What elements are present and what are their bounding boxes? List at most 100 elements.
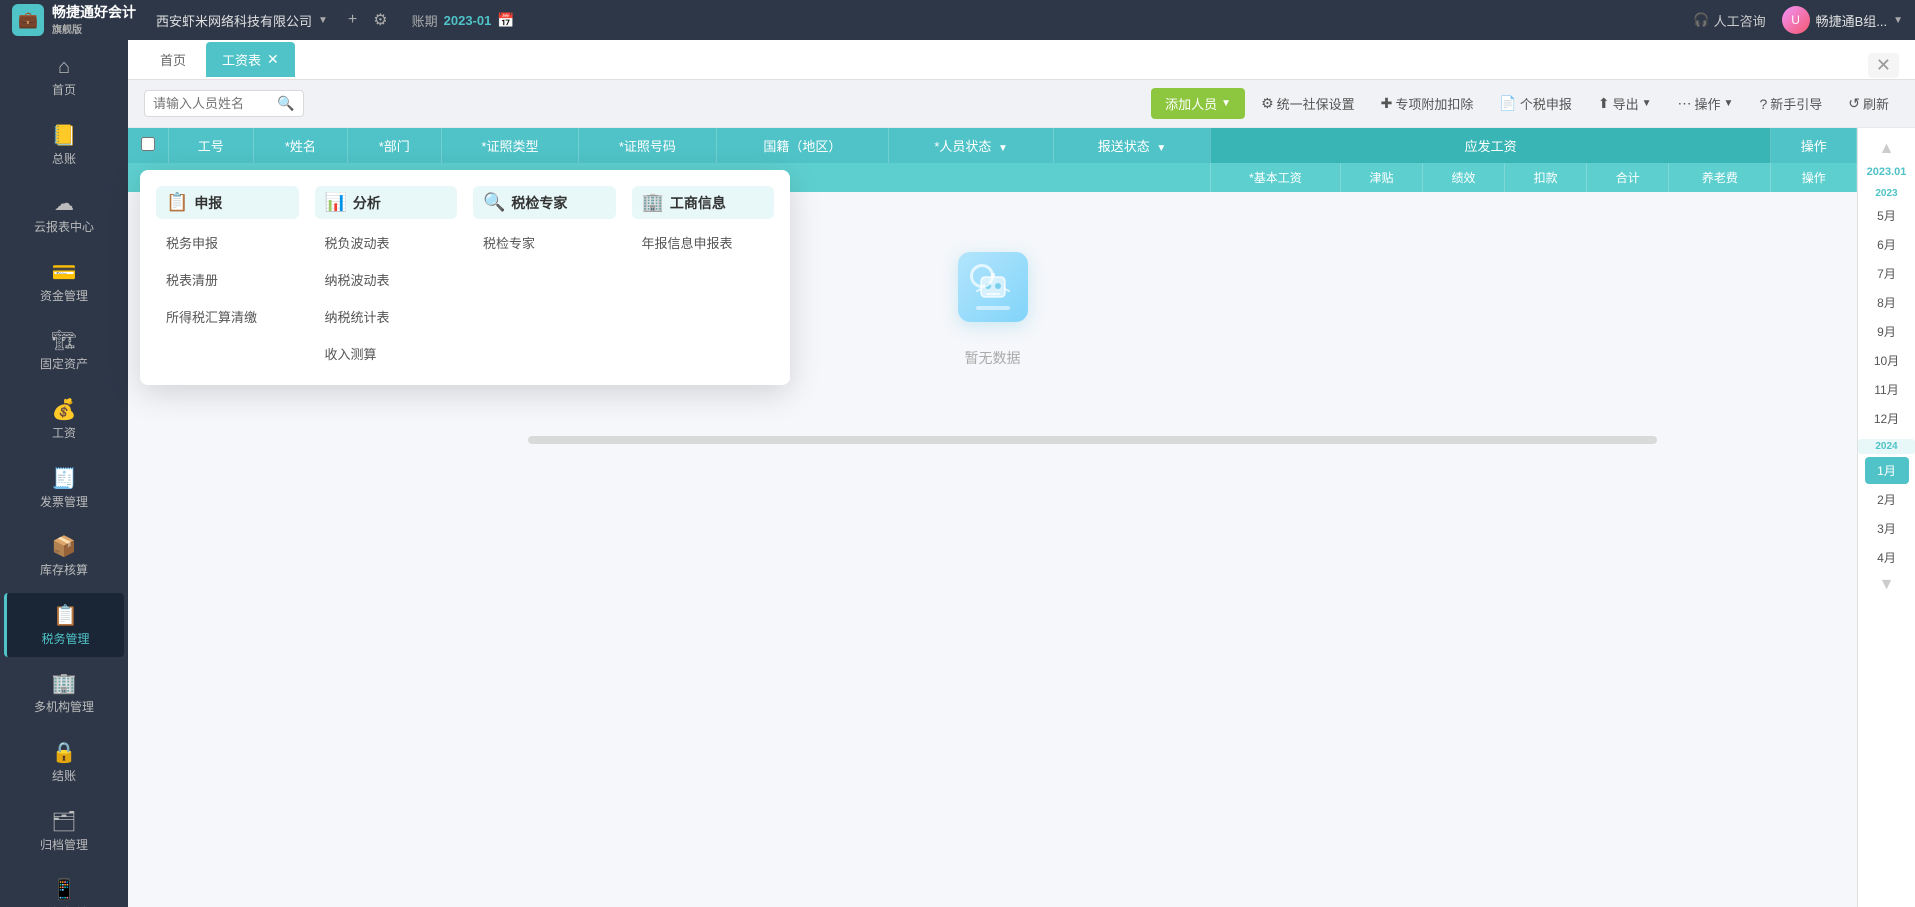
menu-tax-fluctuation[interactable]: 纳税波动表 xyxy=(315,264,458,295)
month-2023-7[interactable]: 7月 xyxy=(1865,260,1909,287)
calendar-icon[interactable]: 📅 xyxy=(497,12,514,29)
col-name: *姓名 xyxy=(253,128,347,163)
menu-annual-report[interactable]: 年报信息申报表 xyxy=(632,227,775,258)
month-2024-4[interactable]: 4月 xyxy=(1865,544,1909,571)
sidebar-label-multiorg: 多机构管理 xyxy=(34,700,94,716)
user-name: 畅捷通B组... xyxy=(1816,11,1888,30)
user-area[interactable]: U 畅捷通B组... ▼ xyxy=(1782,6,1903,34)
personal-tax-label: 个税申报 xyxy=(1520,94,1572,113)
sidebar-label-tax: 税务管理 xyxy=(41,632,89,648)
export-label: 导出 xyxy=(1613,94,1639,113)
tax-expert-section-label: 税检专家 xyxy=(511,193,567,213)
dropdown-header-tax-expert: 🔍 税检专家 xyxy=(473,186,616,219)
menu-income-estimate[interactable]: 收入测算 xyxy=(315,338,458,369)
menu-tax-form-registry[interactable]: 税表清册 xyxy=(156,264,299,295)
logo-area: 💼 畅捷通好会计 旗舰版 xyxy=(12,4,136,36)
search-icon: 🔍 xyxy=(277,95,294,112)
company-selector[interactable]: 西安虾米网络科技有限公司 ▼ xyxy=(156,11,328,30)
month-2023-6[interactable]: 6月 xyxy=(1865,231,1909,258)
month-2023-8[interactable]: 8月 xyxy=(1865,289,1909,316)
search-input[interactable] xyxy=(153,96,273,111)
payroll-icon: 💰 xyxy=(52,397,77,422)
empty-icon xyxy=(943,252,1043,332)
refresh-button[interactable]: ↺ 刷新 xyxy=(1838,89,1899,118)
col-status: *人员状态 ▼ xyxy=(889,128,1054,163)
settings-button[interactable]: ⚙ xyxy=(369,6,391,34)
sidebar-item-assets[interactable]: 🏗 固定资产 xyxy=(4,318,124,383)
add-person-button[interactable]: 添加人员 ▼ xyxy=(1151,88,1245,119)
refresh-label: 刷新 xyxy=(1863,94,1889,113)
sidebar-item-funds[interactable]: 💳 资金管理 xyxy=(4,250,124,315)
search-input-wrap[interactable]: 🔍 xyxy=(144,90,304,117)
dropdown-section-tax-expert: 🔍 税检专家 税检专家 xyxy=(473,186,616,369)
personal-tax-button[interactable]: 📄 个税申报 xyxy=(1489,89,1581,118)
dropdown-header-analysis: 📊 分析 xyxy=(315,186,458,219)
month-2023-9[interactable]: 9月 xyxy=(1865,318,1909,345)
col-idtype: *证照类型 xyxy=(441,128,578,163)
support-button[interactable]: 🎧 人工咨询 xyxy=(1689,11,1765,30)
sidebar-item-home[interactable]: ⌂ 首页 xyxy=(4,46,124,109)
operations-button[interactable]: ⋯ 操作 ▼ xyxy=(1668,89,1744,118)
add-company-button[interactable]: + xyxy=(344,7,361,33)
sidebar-item-close[interactable]: 🔒 结账 xyxy=(4,730,124,795)
select-all-checkbox[interactable] xyxy=(141,137,155,151)
export-icon: ⬆ xyxy=(1598,95,1610,112)
add-person-dropdown-icon: ▼ xyxy=(1221,98,1231,109)
col-base-salary: *基本工资 xyxy=(1210,163,1340,192)
header-right: 🎧 人工咨询 U 畅捷通B组... ▼ xyxy=(1689,6,1903,34)
funds-icon: 💳 xyxy=(52,260,77,285)
period-value: 2023-01 xyxy=(444,13,492,28)
sidebar-item-archive[interactable]: 🗂 归档管理 xyxy=(4,799,124,864)
panel-nav-up[interactable]: ▲ xyxy=(1875,136,1899,162)
col-checkbox[interactable] xyxy=(128,128,168,163)
menu-tax-statistics[interactable]: 纳税统计表 xyxy=(315,301,458,332)
dropdown-section-apply: 📋 申报 税务申报 税表清册 所得税汇算清缴 xyxy=(156,186,299,369)
apply-section-icon: 📋 xyxy=(166,192,188,213)
main-layout: ⌂ 首页 📒 总账 ☁ 云报表中心 💳 资金管理 🏗 固定资产 💰 工资 🧾 发… xyxy=(0,40,1915,907)
apply-section-label: 申报 xyxy=(194,193,222,213)
sidebar-item-xiaochang[interactable]: 📱 小畅报销 xyxy=(4,867,124,907)
month-2024-3[interactable]: 3月 xyxy=(1865,515,1909,542)
guide-button[interactable]: ? 新手引导 xyxy=(1749,89,1832,118)
month-2023-5[interactable]: 5月 xyxy=(1865,202,1909,229)
cloud-icon: ☁ xyxy=(54,191,74,216)
export-dropdown-icon: ▼ xyxy=(1642,98,1652,109)
month-2024-2[interactable]: 2月 xyxy=(1865,486,1909,513)
menu-tax-expert[interactable]: 税检专家 xyxy=(473,227,616,258)
menu-income-tax-settle[interactable]: 所得税汇算清缴 xyxy=(156,301,299,332)
send-filter-icon[interactable]: ▼ xyxy=(1156,143,1166,154)
menu-tax-declaration[interactable]: 税务申报 xyxy=(156,227,299,258)
menu-tax-burden-fluctuation[interactable]: 税负波动表 xyxy=(315,227,458,258)
month-2023-12[interactable]: 12月 xyxy=(1865,405,1909,432)
sidebar-label-cloud: 云报表中心 xyxy=(34,220,94,236)
sidebar-item-tax[interactable]: 📋 税务管理 xyxy=(4,593,124,658)
sidebar-item-inventory[interactable]: 📦 库存核算 xyxy=(4,524,124,589)
panel-nav-down[interactable]: ▼ xyxy=(1875,572,1899,598)
tab-close-icon[interactable]: ✕ xyxy=(267,51,279,68)
tax-expert-section-icon: 🔍 xyxy=(483,192,505,213)
export-button[interactable]: ⬆ 导出 ▼ xyxy=(1588,89,1662,118)
special-deduction-button[interactable]: ✚ 专项附加扣除 xyxy=(1371,89,1484,118)
biz-info-section-icon: 🏢 xyxy=(642,192,664,213)
tab-home[interactable]: 首页 xyxy=(144,42,202,77)
company-name: 西安虾米网络科技有限公司 xyxy=(156,11,312,30)
month-2024-1[interactable]: 1月 xyxy=(1865,457,1909,484)
sidebar-item-general[interactable]: 📒 总账 xyxy=(4,113,124,178)
user-avatar: U xyxy=(1782,6,1810,34)
horizontal-scrollbar[interactable] xyxy=(528,436,1657,444)
close-period-icon: 🔒 xyxy=(52,740,77,765)
close-overlay-button[interactable]: ✕ xyxy=(1868,53,1899,78)
tab-payroll[interactable]: 工资表 ✕ xyxy=(206,42,295,77)
social-security-label: 统一社保设置 xyxy=(1277,94,1355,113)
social-security-button[interactable]: ⚙ 统一社保设置 xyxy=(1251,89,1365,118)
sidebar-item-cloud[interactable]: ☁ 云报表中心 xyxy=(4,181,124,246)
month-2023-11[interactable]: 11月 xyxy=(1865,376,1909,403)
sidebar-item-payroll[interactable]: 💰 工资 xyxy=(4,387,124,452)
month-2023-10[interactable]: 10月 xyxy=(1865,347,1909,374)
operations-dropdown-icon: ▼ xyxy=(1724,98,1734,109)
status-filter-icon[interactable]: ▼ xyxy=(998,143,1008,154)
inventory-icon: 📦 xyxy=(52,534,77,559)
col-subsidy: 津贴 xyxy=(1340,163,1422,192)
sidebar-item-invoices[interactable]: 🧾 发票管理 xyxy=(4,456,124,521)
sidebar-item-multiorg[interactable]: 🏢 多机构管理 xyxy=(4,661,124,726)
